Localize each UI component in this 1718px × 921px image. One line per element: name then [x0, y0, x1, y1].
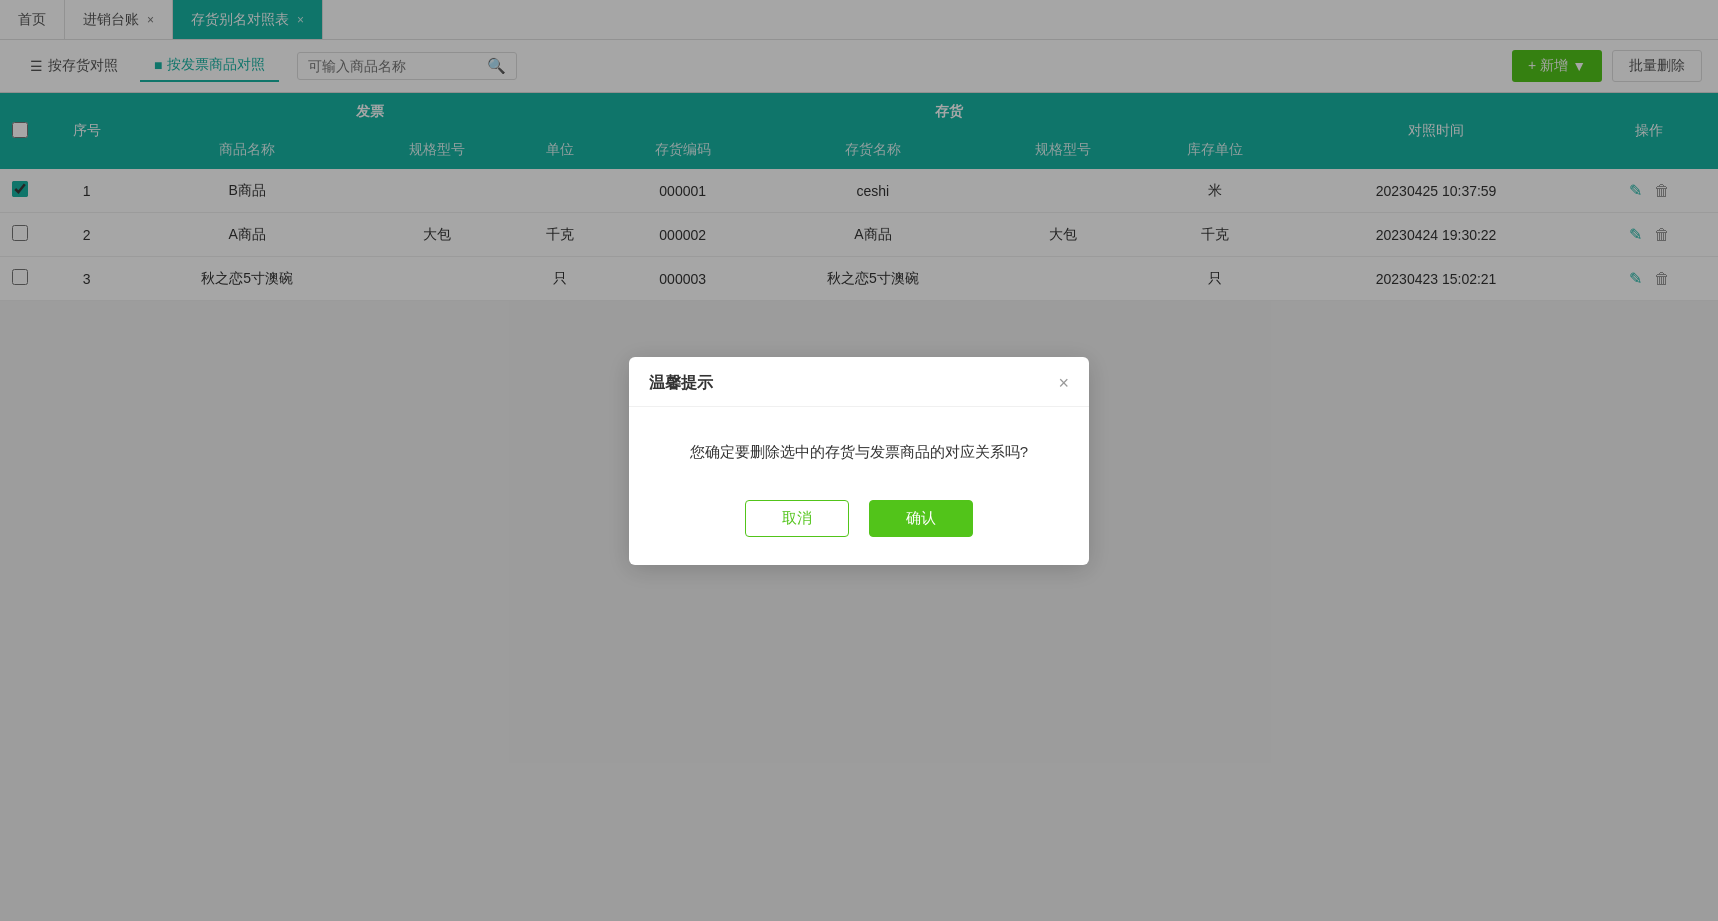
modal-overlay: 温馨提示 × 您确定要删除选中的存货与发票商品的对应关系吗? 取消 确认: [0, 0, 1718, 301]
